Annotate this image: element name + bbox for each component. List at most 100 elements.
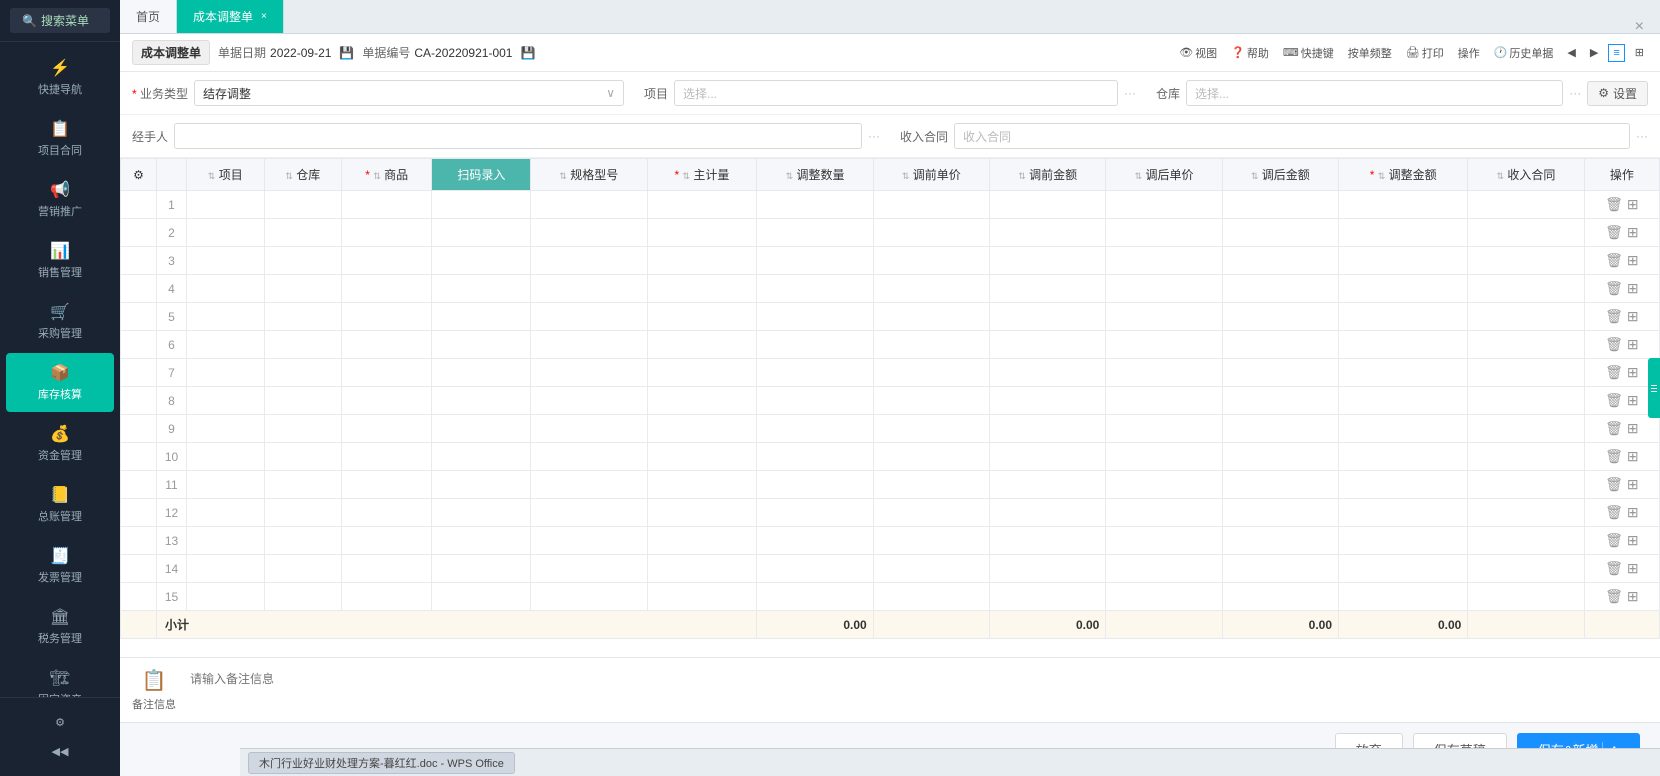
row-copy-icon[interactable]: ⊞ <box>1627 504 1639 521</box>
row-spec-cell[interactable] <box>531 331 647 359</box>
row-after-price-cell[interactable] <box>1106 331 1222 359</box>
row-goods-cell[interactable] <box>342 247 432 275</box>
row-copy-icon[interactable]: ⊞ <box>1627 336 1639 353</box>
project-more-btn[interactable]: ··· <box>1124 86 1136 100</box>
th-after-price[interactable]: ⇅ 调后单价 <box>1106 159 1222 191</box>
row-after-amt-cell[interactable] <box>1222 583 1338 611</box>
row-before-amt-cell[interactable] <box>990 443 1106 471</box>
row-before-price-cell[interactable] <box>873 471 989 499</box>
row-before-price-cell[interactable] <box>873 191 989 219</box>
row-warehouse-cell[interactable] <box>264 527 342 555</box>
row-adj-amt-cell[interactable] <box>1339 387 1468 415</box>
row-before-price-cell[interactable] <box>873 387 989 415</box>
sidebar-item-purchase-mgmt[interactable]: 🛒采购管理 <box>6 292 114 351</box>
row-copy-icon[interactable]: ⊞ <box>1627 392 1639 409</box>
row-after-price-cell[interactable] <box>1106 359 1222 387</box>
row-spec-cell[interactable] <box>531 443 647 471</box>
row-delete-icon[interactable]: 🗑 <box>1605 364 1623 381</box>
row-copy-icon[interactable]: ⊞ <box>1627 308 1639 325</box>
row-delete-icon[interactable]: 🗑 <box>1605 588 1623 605</box>
row-after-price-cell[interactable] <box>1106 191 1222 219</box>
row-unit-cell[interactable] <box>647 191 757 219</box>
row-income-contract-cell[interactable] <box>1468 247 1584 275</box>
row-warehouse-cell[interactable] <box>264 275 342 303</box>
row-goods-cell[interactable] <box>342 191 432 219</box>
row-unit-cell[interactable] <box>647 471 757 499</box>
row-income-contract-cell[interactable] <box>1468 359 1584 387</box>
row-after-amt-cell[interactable] <box>1222 387 1338 415</box>
row-adj-amt-cell[interactable] <box>1339 499 1468 527</box>
row-warehouse-cell[interactable] <box>264 387 342 415</box>
row-goods-cell[interactable] <box>342 303 432 331</box>
row-unit-cell[interactable] <box>647 527 757 555</box>
row-adj-qty-cell[interactable] <box>757 247 873 275</box>
row-income-contract-cell[interactable] <box>1468 527 1584 555</box>
row-spec-cell[interactable] <box>531 247 647 275</box>
row-warehouse-cell[interactable] <box>264 583 342 611</box>
row-after-amt-cell[interactable] <box>1222 415 1338 443</box>
sidebar-item-settings[interactable]: ⚙ <box>0 708 120 737</box>
row-after-price-cell[interactable] <box>1106 415 1222 443</box>
row-after-amt-cell[interactable] <box>1222 191 1338 219</box>
num-save-icon[interactable]: 💾 <box>520 46 535 60</box>
th-income-contract[interactable]: ⇅ 收入合同 <box>1468 159 1584 191</box>
tab-cost-adjust[interactable]: 成本调整单 × <box>177 0 284 33</box>
row-spec-cell[interactable] <box>531 555 647 583</box>
row-delete-icon[interactable]: 🗑 <box>1605 448 1623 465</box>
row-warehouse-cell[interactable] <box>264 191 342 219</box>
row-adj-amt-cell[interactable] <box>1339 471 1468 499</box>
row-adj-amt-cell[interactable] <box>1339 219 1468 247</box>
handler-more-btn[interactable]: ··· <box>868 129 880 143</box>
row-adj-qty-cell[interactable] <box>757 359 873 387</box>
right-panel-toggle[interactable] <box>1648 358 1660 418</box>
row-scan-cell[interactable] <box>432 247 531 275</box>
tab-home[interactable]: 首页 <box>120 0 177 33</box>
row-delete-icon[interactable]: 🗑 <box>1605 532 1623 549</box>
row-goods-cell[interactable] <box>342 331 432 359</box>
row-copy-icon[interactable]: ⊞ <box>1627 588 1639 605</box>
row-scan-cell[interactable] <box>432 499 531 527</box>
sidebar-search-area[interactable]: 🔍 搜索菜单 <box>0 0 120 42</box>
row-delete-icon[interactable]: 🗑 <box>1605 504 1623 521</box>
row-before-price-cell[interactable] <box>873 359 989 387</box>
row-scan-cell[interactable] <box>432 303 531 331</box>
row-before-amt-cell[interactable] <box>990 555 1106 583</box>
row-spec-cell[interactable] <box>531 499 647 527</box>
row-goods-cell[interactable] <box>342 443 432 471</box>
income-contract-input[interactable]: 收入合同 <box>954 123 1630 149</box>
th-spec[interactable]: ⇅ 规格型号 <box>531 159 647 191</box>
row-warehouse-cell[interactable] <box>264 499 342 527</box>
print-btn[interactable]: 🖨 打印 <box>1402 43 1448 63</box>
row-copy-icon[interactable]: ⊞ <box>1627 448 1639 465</box>
row-delete-icon[interactable]: 🗑 <box>1605 308 1623 325</box>
row-goods-cell[interactable] <box>342 555 432 583</box>
row-after-price-cell[interactable] <box>1106 443 1222 471</box>
row-copy-icon[interactable]: ⊞ <box>1627 364 1639 381</box>
row-adj-amt-cell[interactable] <box>1339 275 1468 303</box>
row-before-amt-cell[interactable] <box>990 583 1106 611</box>
row-warehouse-cell[interactable] <box>264 415 342 443</box>
row-spec-cell[interactable] <box>531 527 647 555</box>
row-adj-amt-cell[interactable] <box>1339 443 1468 471</box>
sidebar-item-inventory[interactable]: 📦库存核算 <box>6 353 114 412</box>
row-before-amt-cell[interactable] <box>990 303 1106 331</box>
row-unit-cell[interactable] <box>647 555 757 583</box>
row-adj-qty-cell[interactable] <box>757 415 873 443</box>
row-project-cell[interactable] <box>187 527 265 555</box>
row-income-contract-cell[interactable] <box>1468 499 1584 527</box>
row-before-amt-cell[interactable] <box>990 247 1106 275</box>
row-delete-icon[interactable]: 🗑 <box>1605 280 1623 297</box>
row-after-price-cell[interactable] <box>1106 247 1222 275</box>
row-before-amt-cell[interactable] <box>990 415 1106 443</box>
row-before-price-cell[interactable] <box>873 219 989 247</box>
taskbar-item[interactable]: 木门行业好业财处理方案-暮红红.doc - WPS Office <box>248 752 515 774</box>
row-scan-cell[interactable] <box>432 555 531 583</box>
th-after-amt[interactable]: ⇅ 调后金额 <box>1222 159 1338 191</box>
th-project[interactable]: ⇅ 项目 <box>187 159 265 191</box>
row-after-amt-cell[interactable] <box>1222 303 1338 331</box>
row-unit-cell[interactable] <box>647 303 757 331</box>
row-before-price-cell[interactable] <box>873 303 989 331</box>
check-btn[interactable]: 按单频整 <box>1344 43 1396 63</box>
row-project-cell[interactable] <box>187 275 265 303</box>
row-project-cell[interactable] <box>187 499 265 527</box>
